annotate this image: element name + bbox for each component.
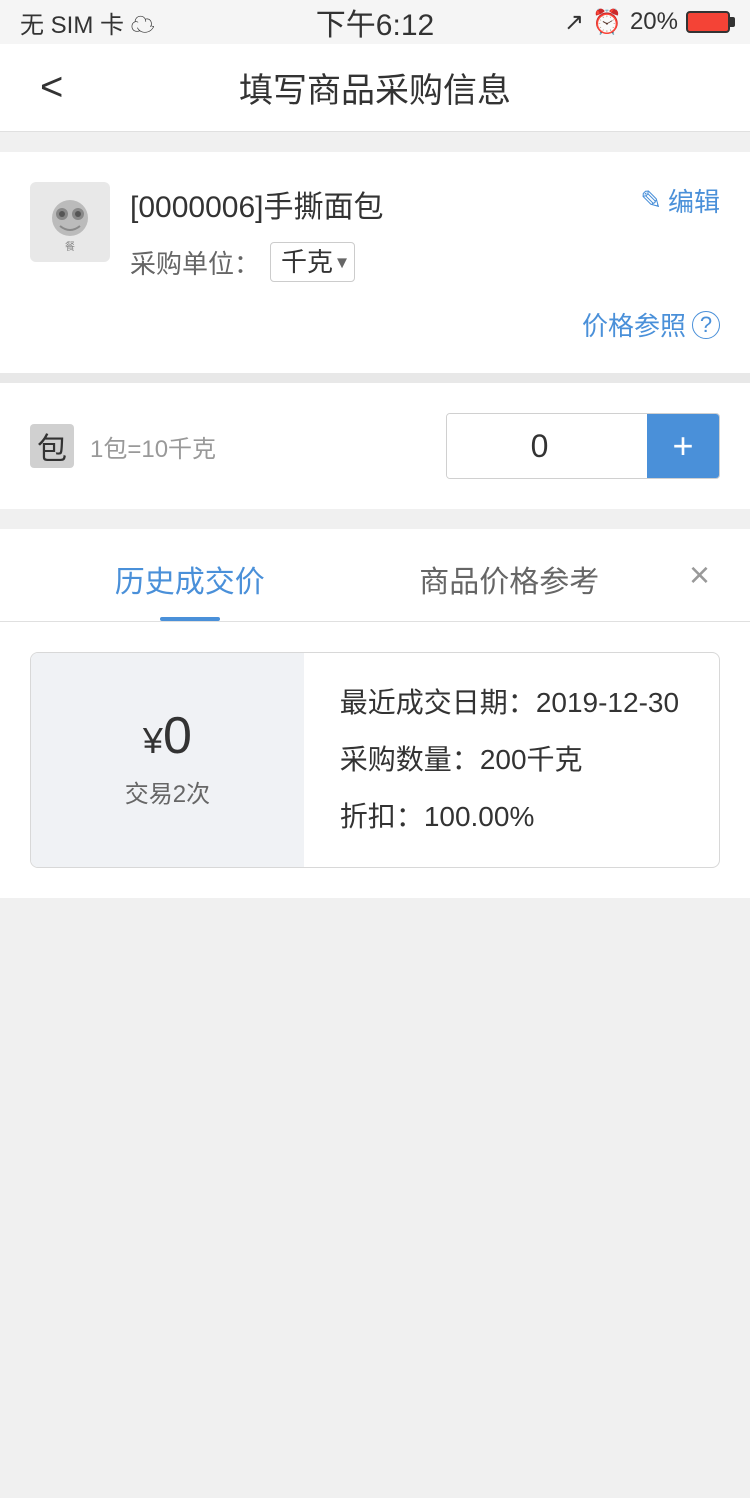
product-card: 餐 [0000006]手撕面包 采购单位： 千克 ✎ 编辑 bbox=[0, 152, 750, 373]
nav-bar: < 填写商品采购信息 bbox=[0, 44, 750, 132]
svg-text:餐: 餐 bbox=[65, 240, 75, 252]
alarm-icon: ⏰ bbox=[592, 8, 622, 37]
status-right: ↗ ⏰ 20% bbox=[564, 8, 730, 37]
quantity-hint: 1包=10千克 bbox=[90, 429, 216, 464]
history-card-left: ¥0 交易2次 bbox=[31, 653, 304, 867]
quantity-control: + bbox=[446, 413, 720, 479]
help-icon: ? bbox=[692, 311, 720, 339]
back-button[interactable]: < bbox=[30, 55, 73, 120]
price-ref-button[interactable]: 价格参照 ? bbox=[582, 306, 720, 343]
history-qty: 采购数量：200千克 bbox=[340, 740, 689, 779]
history-price: ¥0 bbox=[143, 710, 192, 762]
product-left: 餐 [0000006]手撕面包 采购单位： 千克 bbox=[30, 182, 383, 282]
date-value: 2019-12-30 bbox=[536, 687, 679, 718]
product-info: [0000006]手撕面包 采购单位： 千克 bbox=[130, 182, 383, 282]
quantity-input[interactable] bbox=[447, 414, 647, 478]
carrier-text: 无 SIM 卡 ☁ bbox=[20, 5, 155, 40]
price-value: 0 bbox=[163, 707, 192, 765]
quantity-row: 包 1包=10千克 + bbox=[0, 383, 750, 509]
quantity-unit-badge: 包 bbox=[30, 424, 74, 468]
discount-label: 折扣： bbox=[340, 801, 424, 832]
history-date: 最近成交日期：2019-12-30 bbox=[340, 683, 689, 722]
product-image: 餐 bbox=[30, 182, 110, 262]
quantity-label-group: 包 1包=10千克 bbox=[30, 424, 216, 468]
tab-product-price-ref[interactable]: 商品价格参考 bbox=[349, 529, 668, 621]
page-title: 填写商品采购信息 bbox=[239, 63, 511, 112]
qty-value: 200千克 bbox=[480, 744, 583, 775]
status-time: 下午6:12 bbox=[316, 0, 434, 44]
history-content: ¥0 交易2次 最近成交日期：2019-12-30 采购数量：200千克 折扣：… bbox=[0, 622, 750, 898]
divider bbox=[0, 373, 750, 383]
battery-icon bbox=[686, 11, 730, 33]
unit-label: 采购单位： bbox=[130, 244, 260, 281]
history-card-right: 最近成交日期：2019-12-30 采购数量：200千克 折扣：100.00% bbox=[304, 653, 719, 867]
edit-icon: ✎ bbox=[640, 185, 662, 216]
tab-close-button[interactable]: × bbox=[669, 544, 720, 606]
tabs-section: 历史成交价 商品价格参考 × ¥0 交易2次 最近成交日期：2019-12-30… bbox=[0, 529, 750, 898]
unit-select-wrapper[interactable]: 千克 bbox=[270, 242, 355, 282]
qty-label: 采购数量： bbox=[340, 744, 480, 775]
history-discount: 折扣：100.00% bbox=[340, 797, 689, 836]
date-label: 最近成交日期： bbox=[340, 687, 536, 718]
battery-pct: 20% bbox=[630, 8, 678, 36]
tab-history-price[interactable]: 历史成交价 bbox=[30, 529, 349, 621]
unit-select[interactable]: 千克 bbox=[270, 242, 355, 282]
product-unit-row: 采购单位： 千克 bbox=[130, 242, 383, 282]
history-trades: 交易2次 bbox=[125, 774, 210, 809]
product-footer: 价格参照 ? bbox=[30, 306, 720, 343]
product-thumbnail-icon: 餐 bbox=[40, 192, 100, 252]
bottom-area bbox=[0, 898, 750, 1498]
price-ref-label: 价格参照 bbox=[582, 306, 686, 343]
status-left: 无 SIM 卡 ☁ bbox=[20, 5, 155, 40]
status-bar: 无 SIM 卡 ☁ 下午6:12 ↗ ⏰ 20% bbox=[0, 0, 750, 44]
quantity-plus-button[interactable]: + bbox=[647, 414, 719, 478]
tabs-header: 历史成交价 商品价格参考 × bbox=[0, 529, 750, 622]
edit-label: 编辑 bbox=[668, 182, 720, 219]
edit-button[interactable]: ✎ 编辑 bbox=[640, 182, 720, 219]
history-card: ¥0 交易2次 最近成交日期：2019-12-30 采购数量：200千克 折扣：… bbox=[30, 652, 720, 868]
currency-symbol: ¥ bbox=[143, 720, 163, 761]
discount-value: 100.00% bbox=[424, 801, 535, 832]
location-icon: ↗ bbox=[564, 8, 584, 37]
product-name: [0000006]手撕面包 bbox=[130, 182, 383, 226]
product-header: 餐 [0000006]手撕面包 采购单位： 千克 ✎ 编辑 bbox=[30, 182, 720, 282]
